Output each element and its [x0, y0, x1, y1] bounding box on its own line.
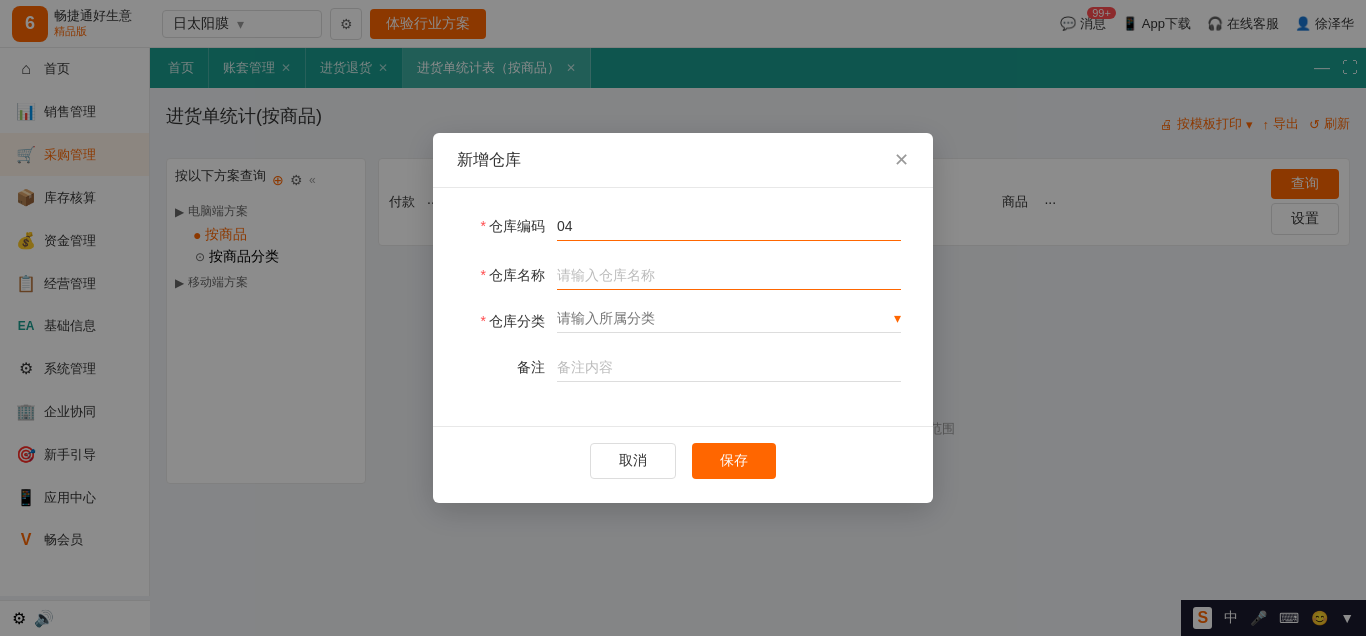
modal-footer: 取消 保存	[433, 426, 933, 503]
code-label: 仓库编码	[465, 218, 545, 236]
note-input[interactable]	[557, 353, 901, 382]
category-input[interactable]	[557, 310, 894, 326]
modal-body: 仓库编码 仓库名称 仓库分类 ▾ 备注	[433, 188, 933, 426]
new-warehouse-modal: 新增仓库 ✕ 仓库编码 仓库名称 仓库分类 ▾	[433, 133, 933, 503]
form-row-category: 仓库分类 ▾	[465, 310, 901, 333]
name-input[interactable]	[557, 261, 901, 290]
form-row-name: 仓库名称	[465, 261, 901, 290]
category-select-wrap: ▾	[557, 310, 901, 333]
modal-overlay: 新增仓库 ✕ 仓库编码 仓库名称 仓库分类 ▾	[0, 0, 1366, 636]
form-row-code: 仓库编码	[465, 212, 901, 241]
modal-close-button[interactable]: ✕	[894, 149, 909, 171]
form-row-note: 备注	[465, 353, 901, 382]
category-arrow-icon: ▾	[894, 310, 901, 326]
save-button[interactable]: 保存	[692, 443, 776, 479]
note-label: 备注	[465, 359, 545, 377]
modal-header: 新增仓库 ✕	[433, 133, 933, 188]
code-input[interactable]	[557, 212, 901, 241]
name-label: 仓库名称	[465, 267, 545, 285]
modal-title: 新增仓库	[457, 150, 521, 171]
cancel-button[interactable]: 取消	[590, 443, 676, 479]
category-label: 仓库分类	[465, 313, 545, 331]
